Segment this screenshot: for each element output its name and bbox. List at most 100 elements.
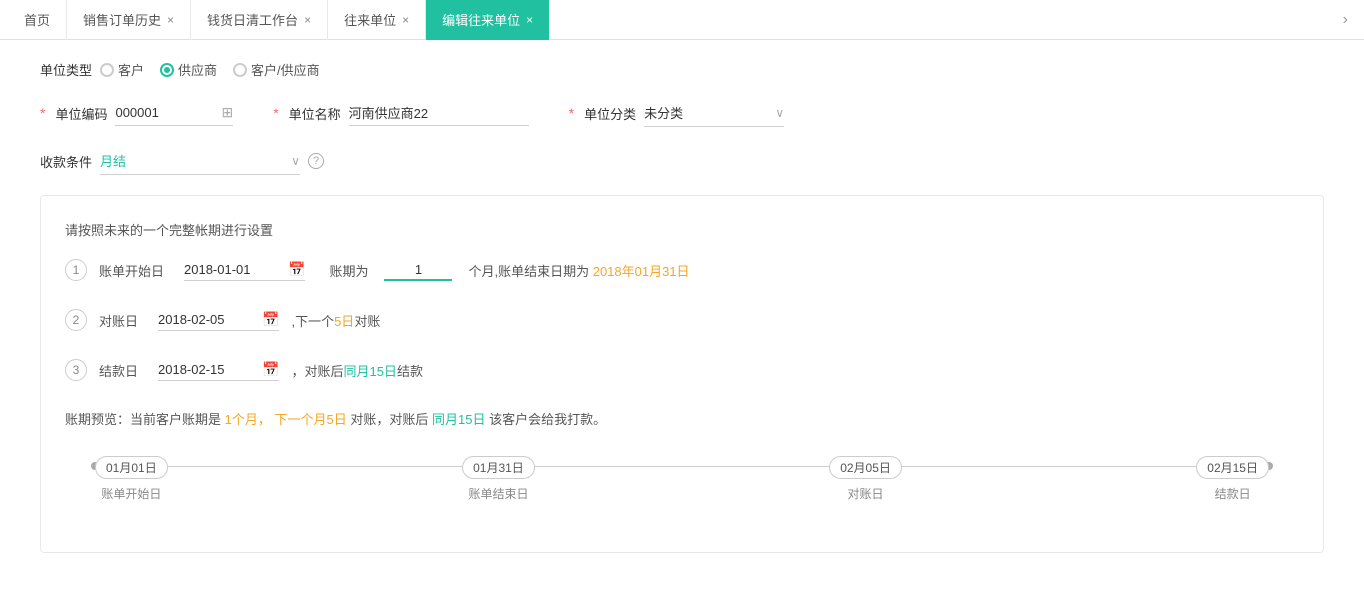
tab-cash-daily-label: 钱货日清工作台 (207, 10, 298, 29)
payment-terms-value: 月结 (100, 151, 285, 170)
tab-edit-counterpart-label: 编辑往来单位 (442, 10, 520, 29)
help-icon[interactable]: ? (308, 153, 324, 169)
unit-type-group: 单位类型 客户 供应商 客户/供应商 (40, 60, 320, 79)
step-label-2: 对账日 (99, 311, 138, 330)
calendar-icon-3[interactable]: 📅 (262, 361, 279, 378)
unit-info-row: * 单位编码 ⊞ * 单位名称 * 单位分类 未分类 ∨ (40, 99, 1324, 127)
required-star-code: * (40, 105, 45, 121)
timeline-item-2: 01月31日 账单结束日 (462, 456, 535, 502)
tab-sales-order-history-label: 销售订单历史 (83, 10, 161, 29)
preview-end: 该客户会给我打款。 (489, 412, 606, 427)
unit-category-value: 未分类 (644, 103, 769, 122)
step-date-field-2[interactable] (158, 312, 258, 327)
copy-icon[interactable]: ⊞ (221, 104, 233, 121)
unit-name-label: 单位名称 (289, 104, 341, 123)
preview-mid: 对账，对账后 (350, 412, 428, 427)
tab-more-button[interactable]: › (1335, 11, 1356, 29)
tab-bar: 首页 销售订单历史 × 钱货日清工作台 × 往来单位 × 编辑往来单位 × › (0, 0, 1364, 40)
unit-category-label: 单位分类 (584, 104, 636, 123)
step-date-input-2[interactable]: 📅 (158, 309, 279, 331)
radio-circle-both (233, 63, 247, 77)
preview-label: 账期预览：当前客户账期是 (65, 412, 221, 427)
step-date-input-3[interactable]: 📅 (158, 359, 279, 381)
calendar-icon-2[interactable]: 📅 (262, 311, 279, 328)
period-input-wrapper (384, 259, 452, 281)
timeline-item-3: 02月05日 对账日 (829, 456, 902, 502)
calendar-icon-1[interactable]: 📅 (288, 261, 305, 278)
close-icon[interactable]: × (402, 13, 409, 27)
unit-code-input[interactable] (115, 105, 215, 120)
step-date-field-1[interactable] (184, 262, 284, 277)
close-icon[interactable]: × (304, 13, 311, 27)
timeline-label-1: 账单开始日 (101, 485, 161, 502)
step-label-3: 结款日 (99, 361, 138, 380)
timeline-badge-1: 01月01日 (95, 456, 168, 479)
period-settings-card: 请按照未来的一个完整帐期进行设置 1 账单开始日 📅 账期为 个月,账单结束日期… (40, 195, 1324, 553)
timeline-item-4: 02月15日 结款日 (1196, 456, 1269, 502)
timeline-label-2: 账单结束日 (468, 485, 528, 502)
required-star-category: * (569, 105, 574, 121)
radio-supplier[interactable]: 供应商 (160, 60, 217, 79)
step-date-field-3[interactable] (158, 362, 258, 377)
step-period-label: 账期为 (329, 261, 368, 280)
radio-dot-supplier (164, 67, 170, 73)
timeline-wrapper: 01月01日 账单开始日 01月31日 账单结束日 02月05日 对账日 02月… (65, 456, 1299, 532)
step-highlight-3: 同月15日 (343, 364, 396, 379)
preview-text: 账期预览：当前客户账期是 1个月， 下一个月5日 对账，对账后 同月15日 该客… (65, 409, 1299, 428)
payment-terms-label: 收款条件 (40, 152, 92, 171)
payment-terms-row: 收款条件 月结 ∨ ? (40, 147, 1324, 175)
unit-name-input[interactable] (349, 105, 529, 120)
step-row-2: 2 对账日 📅 ,下一个5日对账 (65, 309, 1299, 331)
timeline-items: 01月01日 账单开始日 01月31日 账单结束日 02月05日 对账日 02月… (95, 456, 1269, 502)
tab-sales-order-history[interactable]: 销售订单历史 × (67, 0, 191, 40)
period-unit-label: 个月,账单结束日期为 2018年01月31日 (468, 261, 689, 280)
tab-cash-daily[interactable]: 钱货日清工作台 × (191, 0, 328, 40)
unit-code-label: 单位编码 (55, 104, 107, 123)
radio-both[interactable]: 客户/供应商 (233, 60, 320, 79)
tab-home-label: 首页 (24, 10, 50, 29)
close-icon[interactable]: × (167, 13, 174, 27)
main-content: 单位类型 客户 供应商 客户/供应商 (0, 40, 1364, 608)
timeline-label-3: 对账日 (848, 485, 884, 502)
close-icon[interactable]: × (526, 13, 533, 27)
step-highlight-2: 5日 (334, 314, 354, 329)
preview-part1: 1个月， (225, 412, 271, 427)
unit-code-group: * 单位编码 ⊞ (40, 100, 233, 126)
tab-edit-counterpart[interactable]: 编辑往来单位 × (426, 0, 549, 40)
unit-type-row: 单位类型 客户 供应商 客户/供应商 (40, 60, 1324, 79)
step-row-3: 3 结款日 📅 ，对账后同月15日结款 (65, 359, 1299, 381)
radio-both-label: 客户/供应商 (251, 60, 320, 79)
step-desc-2: ,下一个5日对账 (291, 311, 380, 330)
step-num-2: 2 (65, 309, 87, 331)
unit-type-label: 单位类型 (40, 60, 92, 79)
tab-counterpart[interactable]: 往来单位 × (328, 0, 426, 40)
radio-customer[interactable]: 客户 (100, 60, 144, 79)
radio-group: 客户 供应商 客户/供应商 (100, 60, 320, 79)
preview-part2: 下一个月5日 (275, 412, 347, 427)
step-num-3: 3 (65, 359, 87, 381)
period-end-date: 2018年01月31日 (593, 264, 690, 279)
payment-terms-select[interactable]: 月结 ∨ (100, 147, 300, 175)
unit-code-input-wrapper: ⊞ (115, 100, 233, 126)
unit-name-group: * 单位名称 (273, 101, 528, 126)
timeline-badge-4: 02月15日 (1196, 456, 1269, 479)
required-star-name: * (273, 105, 278, 121)
radio-customer-label: 客户 (118, 60, 144, 79)
radio-supplier-label: 供应商 (178, 60, 217, 79)
step-num-1: 1 (65, 259, 87, 281)
unit-category-select[interactable]: 未分类 ∨ (644, 99, 784, 127)
step-label-1: 账单开始日 (99, 261, 164, 280)
chevron-down-icon: ∨ (775, 106, 784, 120)
period-value-input[interactable] (388, 262, 448, 277)
timeline-badge-3: 02月05日 (829, 456, 902, 479)
radio-circle-supplier (160, 63, 174, 77)
radio-circle-customer (100, 63, 114, 77)
preview-part3: 同月15日 (432, 412, 485, 427)
tab-counterpart-label: 往来单位 (344, 10, 396, 29)
step-date-input-1[interactable]: 📅 (184, 259, 305, 281)
tab-home[interactable]: 首页 (8, 0, 67, 40)
card-title: 请按照未来的一个完整帐期进行设置 (65, 220, 1299, 239)
step-desc-3: ，对账后同月15日结款 (291, 361, 423, 380)
step-row-1: 1 账单开始日 📅 账期为 个月,账单结束日期为 2018年01月31日 (65, 259, 1299, 281)
timeline-item-1: 01月01日 账单开始日 (95, 456, 168, 502)
